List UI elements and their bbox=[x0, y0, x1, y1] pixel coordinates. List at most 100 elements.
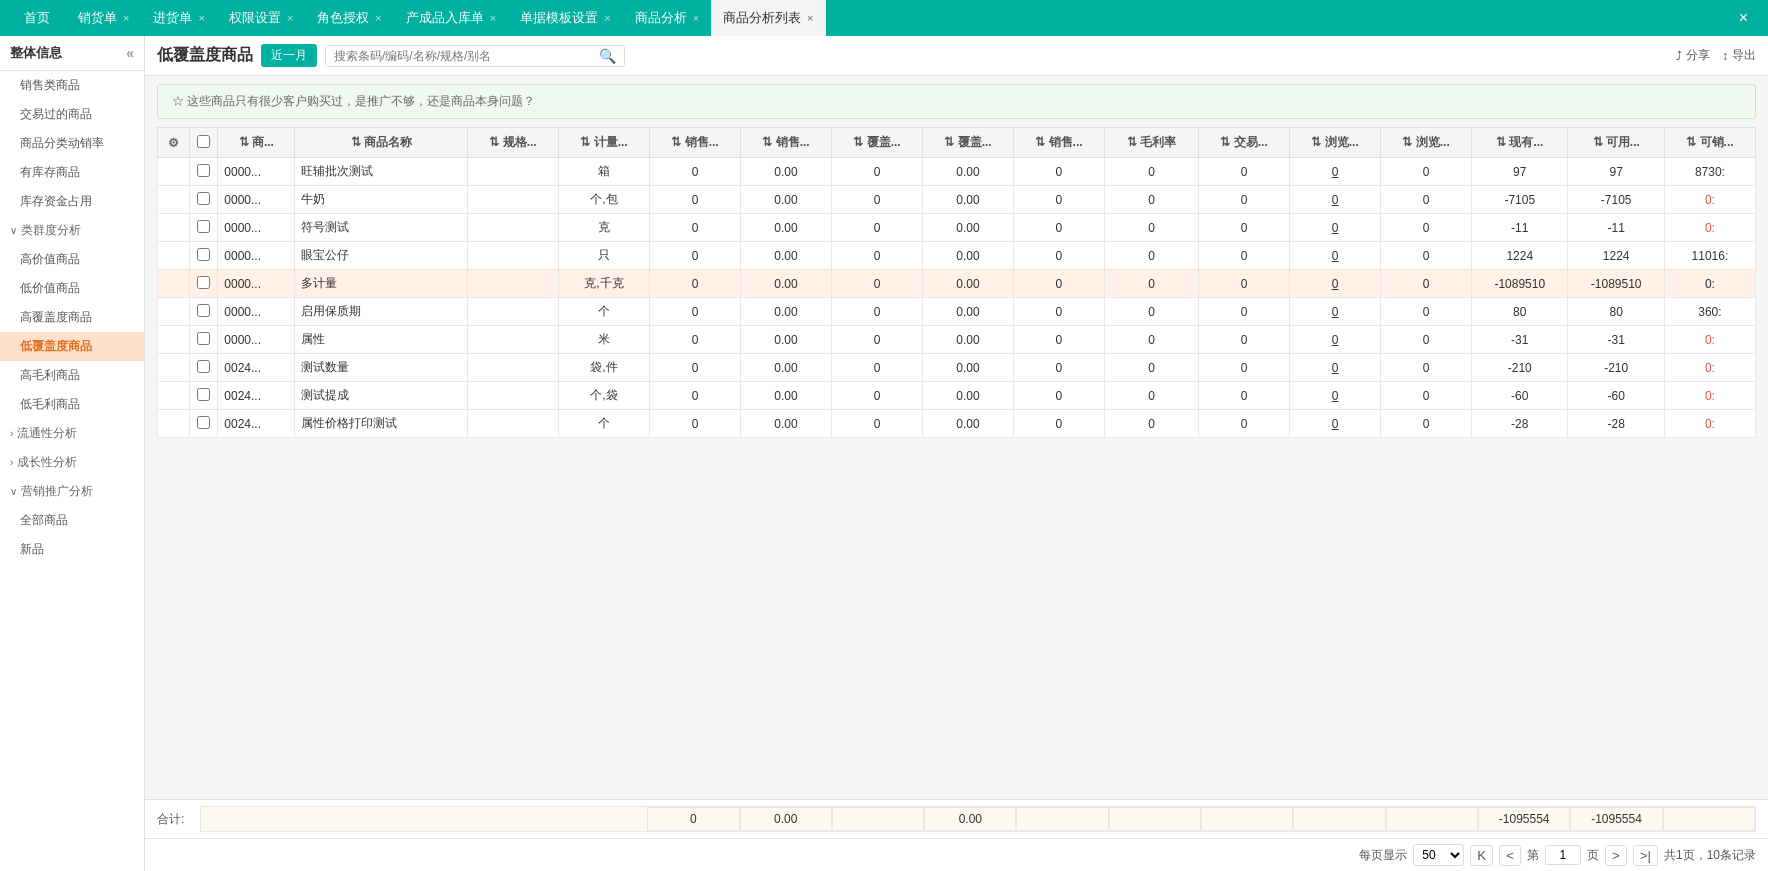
tab-home[interactable]: 首页 bbox=[8, 0, 66, 36]
row-view1[interactable]: 0 bbox=[1290, 326, 1381, 354]
tab-purchase-order[interactable]: 进货单 × bbox=[141, 0, 216, 36]
select-all-checkbox[interactable] bbox=[197, 135, 210, 148]
row-view1[interactable]: 0 bbox=[1290, 410, 1381, 438]
col-trade[interactable]: ⇅ 交易... bbox=[1199, 128, 1290, 158]
first-page-button[interactable]: K bbox=[1470, 845, 1493, 866]
sidebar-item-new-goods[interactable]: 新品 bbox=[0, 535, 144, 564]
row-view1[interactable]: 0 bbox=[1290, 298, 1381, 326]
col-sales-rate[interactable]: ⇅ 销售... bbox=[1013, 128, 1104, 158]
search-icon[interactable]: 🔍 bbox=[599, 48, 616, 64]
row-cover2: 0.00 bbox=[922, 270, 1013, 298]
col-sales-amt[interactable]: ⇅ 销售... bbox=[741, 128, 832, 158]
row-view1[interactable]: 0 bbox=[1290, 242, 1381, 270]
row-checkbox-cell[interactable] bbox=[190, 410, 218, 438]
sidebar-item-sales-goods[interactable]: 销售类商品 bbox=[0, 71, 144, 100]
page-size-select[interactable]: 50 100 200 bbox=[1413, 844, 1464, 866]
close-icon[interactable]: × bbox=[807, 12, 813, 24]
sidebar-item-low-profit[interactable]: 低毛利商品 bbox=[0, 390, 144, 419]
tab-goods-analysis[interactable]: 商品分析 × bbox=[623, 0, 711, 36]
tab-permission[interactable]: 权限设置 × bbox=[217, 0, 305, 36]
row-checkbox[interactable] bbox=[197, 164, 210, 177]
sidebar-item-category-rate[interactable]: 商品分类动销率 bbox=[0, 129, 144, 158]
search-input[interactable] bbox=[334, 49, 599, 63]
sidebar-item-traded-goods[interactable]: 交易过的商品 bbox=[0, 100, 144, 129]
row-gross: 0 bbox=[1104, 186, 1198, 214]
tab-goods-analysis-list[interactable]: 商品分析列表 × bbox=[711, 0, 825, 36]
share-button[interactable]: ⤴ 分享 bbox=[1676, 47, 1710, 64]
col-view2[interactable]: ⇅ 浏览... bbox=[1381, 128, 1472, 158]
sidebar-item-low-coverage[interactable]: 低覆盖度商品 bbox=[0, 332, 144, 361]
tab-product-warehouse[interactable]: 产成品入库单 × bbox=[394, 0, 508, 36]
row-checkbox-cell[interactable] bbox=[190, 326, 218, 354]
row-checkbox-cell[interactable] bbox=[190, 298, 218, 326]
row-checkbox-cell[interactable] bbox=[190, 158, 218, 186]
sidebar-collapse-icon[interactable]: « bbox=[126, 45, 134, 61]
sidebar-group-liquidity[interactable]: › 流通性分析 bbox=[0, 419, 144, 448]
close-icon[interactable]: × bbox=[198, 12, 204, 24]
window-close-button[interactable]: × bbox=[1727, 9, 1760, 27]
prev-page-button[interactable]: < bbox=[1499, 845, 1521, 866]
col-cover2[interactable]: ⇅ 覆盖... bbox=[922, 128, 1013, 158]
col-available[interactable]: ⇅ 可用... bbox=[1568, 128, 1664, 158]
col-code[interactable]: ⇅ 商... bbox=[218, 128, 295, 158]
tab-role-auth[interactable]: 角色授权 × bbox=[305, 0, 393, 36]
row-checkbox[interactable] bbox=[197, 248, 210, 261]
close-icon[interactable]: × bbox=[287, 12, 293, 24]
close-icon[interactable]: × bbox=[375, 12, 381, 24]
row-view1[interactable]: 0 bbox=[1290, 214, 1381, 242]
export-button[interactable]: ↕ 导出 bbox=[1722, 47, 1756, 64]
sidebar-item-high-profit[interactable]: 高毛利商品 bbox=[0, 361, 144, 390]
row-checkbox[interactable] bbox=[197, 416, 210, 429]
row-view1[interactable]: 0 bbox=[1290, 186, 1381, 214]
sidebar-item-stocked-goods[interactable]: 有库存商品 bbox=[0, 158, 144, 187]
row-checkbox[interactable] bbox=[197, 332, 210, 345]
col-gross[interactable]: ⇅ 毛利率 bbox=[1104, 128, 1198, 158]
total-stock: -1095554 bbox=[1478, 807, 1570, 831]
row-checkbox[interactable] bbox=[197, 360, 210, 373]
col-saleable[interactable]: ⇅ 可销... bbox=[1664, 128, 1755, 158]
row-checkbox[interactable] bbox=[197, 304, 210, 317]
sidebar-group-growth[interactable]: › 成长性分析 bbox=[0, 448, 144, 477]
sidebar-item-stock-funds[interactable]: 库存资金占用 bbox=[0, 187, 144, 216]
sidebar-item-all-goods[interactable]: 全部商品 bbox=[0, 506, 144, 535]
tab-template-settings[interactable]: 单据模板设置 × bbox=[508, 0, 622, 36]
sidebar-item-high-value[interactable]: 高价值商品 bbox=[0, 245, 144, 274]
row-saleable: 0: bbox=[1664, 382, 1755, 410]
row-view1[interactable]: 0 bbox=[1290, 382, 1381, 410]
close-icon[interactable]: × bbox=[490, 12, 496, 24]
row-checkbox-cell[interactable] bbox=[190, 270, 218, 298]
close-icon[interactable]: × bbox=[123, 12, 129, 24]
tab-sales-order[interactable]: 销货单 × bbox=[66, 0, 141, 36]
col-name[interactable]: ⇅ 商品名称 bbox=[295, 128, 468, 158]
row-checkbox-cell[interactable] bbox=[190, 186, 218, 214]
col-cover1[interactable]: ⇅ 覆盖... bbox=[831, 128, 922, 158]
col-unit[interactable]: ⇅ 计量... bbox=[559, 128, 650, 158]
period-button[interactable]: 近一月 bbox=[261, 44, 317, 67]
row-checkbox[interactable] bbox=[197, 388, 210, 401]
sidebar-group-class-analysis[interactable]: ∨ 类群度分析 bbox=[0, 216, 144, 245]
row-checkbox-cell[interactable] bbox=[190, 354, 218, 382]
row-checkbox-cell[interactable] bbox=[190, 382, 218, 410]
page-number-input[interactable] bbox=[1545, 845, 1581, 865]
sidebar-item-low-value[interactable]: 低价值商品 bbox=[0, 274, 144, 303]
sidebar-item-high-coverage[interactable]: 高覆盖度商品 bbox=[0, 303, 144, 332]
col-view1[interactable]: ⇅ 浏览... bbox=[1290, 128, 1381, 158]
col-settings[interactable]: ⚙ bbox=[158, 128, 190, 158]
col-stock[interactable]: ⇅ 现有... bbox=[1472, 128, 1568, 158]
col-checkbox[interactable] bbox=[190, 128, 218, 158]
col-spec[interactable]: ⇅ 规格... bbox=[468, 128, 559, 158]
row-checkbox[interactable] bbox=[197, 220, 210, 233]
row-checkbox-cell[interactable] bbox=[190, 214, 218, 242]
row-checkbox[interactable] bbox=[197, 276, 210, 289]
last-page-button[interactable]: >| bbox=[1633, 845, 1658, 866]
sidebar-group-marketing[interactable]: ∨ 营销推广分析 bbox=[0, 477, 144, 506]
row-checkbox[interactable] bbox=[197, 192, 210, 205]
row-view1[interactable]: 0 bbox=[1290, 270, 1381, 298]
next-page-button[interactable]: > bbox=[1605, 845, 1627, 866]
close-icon[interactable]: × bbox=[604, 12, 610, 24]
row-view1[interactable]: 0 bbox=[1290, 354, 1381, 382]
col-sales-qty[interactable]: ⇅ 销售... bbox=[650, 128, 741, 158]
row-view1[interactable]: 0 bbox=[1290, 158, 1381, 186]
row-checkbox-cell[interactable] bbox=[190, 242, 218, 270]
close-icon[interactable]: × bbox=[693, 12, 699, 24]
